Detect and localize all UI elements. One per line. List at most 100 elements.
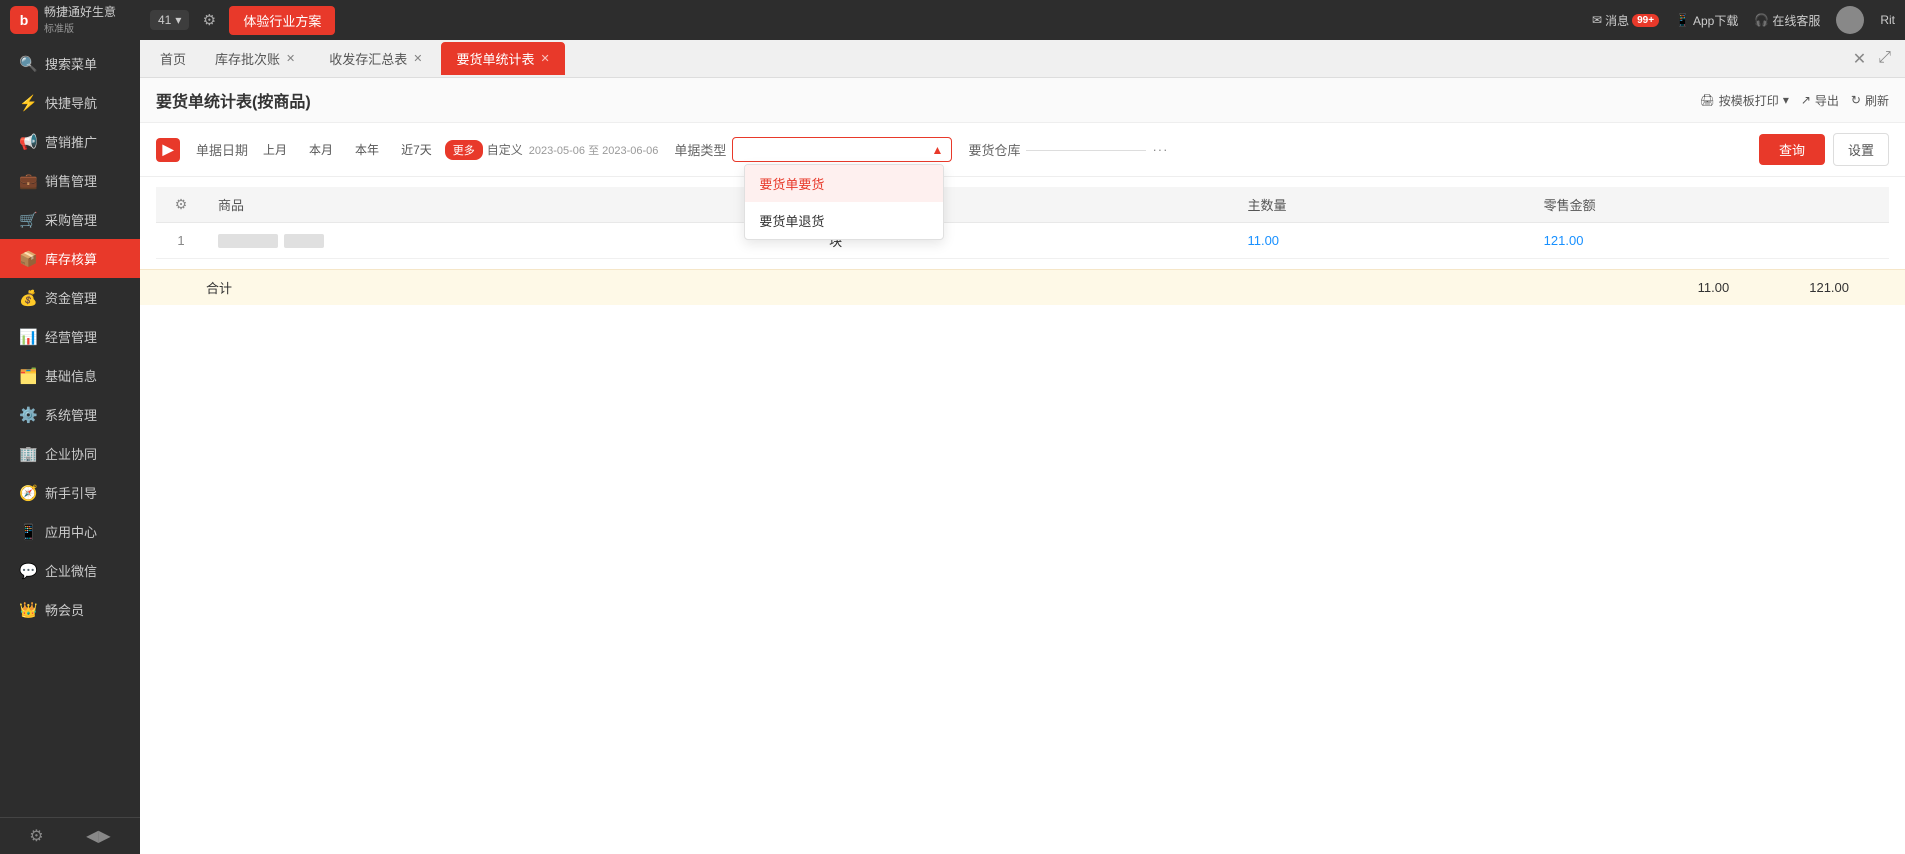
sidebar-item-system[interactable]: ⚙️ 系统管理 [0, 395, 140, 434]
tab-end-buttons: ✕ ⤢ [1849, 45, 1895, 73]
page-title-bar: 要货单统计表(按商品) 🖨 按模板打印 ▾ ↗ 导出 ↻ 刷新 [140, 78, 1905, 123]
cart-icon: 🛒 [19, 211, 37, 229]
sidebar-item-corp-wechat[interactable]: 💬 企业微信 [0, 551, 140, 590]
app-download-button[interactable]: 📱 App下载 [1675, 12, 1738, 29]
dropdown-option-return[interactable]: 要货单退货 [745, 202, 943, 239]
title-actions: 🖨 按模板打印 ▾ ↗ 导出 ↻ 刷新 [1700, 92, 1889, 109]
box-icon: 📦 [19, 250, 37, 268]
notification-button[interactable]: ✉ 消息 99+ [1592, 12, 1659, 29]
refresh-button[interactable]: ↻ 刷新 [1851, 92, 1889, 109]
warehouse-selector[interactable] [1026, 148, 1146, 151]
export-button[interactable]: ↗ 导出 [1801, 92, 1839, 109]
summary-text: 合计 [206, 278, 232, 297]
dropdown-arrow-up-icon: ▲ [932, 143, 944, 157]
store-selector[interactable]: 41 ▾ [150, 10, 189, 30]
date-range-display: 2023-05-06 至 2023-06-06 [529, 141, 659, 158]
sidebar-item-app-center[interactable]: 📱 应用中心 [0, 512, 140, 551]
chat-icon: 💬 [19, 562, 37, 580]
chevron-down-icon: ▾ [175, 13, 181, 27]
date-filter-group: 单据日期 上月 本月 本年 近7天 更多 自定义 2023-05-06 至 20… [196, 137, 658, 162]
tab-order-summary[interactable]: 要货单统计表 ✕ [441, 42, 564, 75]
filter-bar: ▶ 单据日期 上月 本月 本年 近7天 更多 自定义 2023-05-06 至 … [140, 123, 1905, 177]
sidebar-label-sales: 销售管理 [45, 171, 97, 190]
print-template-button[interactable]: 🖨 按模板打印 ▾ [1700, 92, 1789, 109]
megaphone-icon: 📢 [19, 133, 37, 151]
sidebar-label-corp-wechat: 企业微信 [45, 561, 97, 580]
row-no: 1 [156, 223, 206, 259]
header-middle: 41 ▾ ⚙ 体验行业方案 [150, 6, 1592, 35]
crown-icon: 👑 [19, 601, 37, 619]
product-code-placeholder [284, 234, 324, 248]
query-button[interactable]: 查询 [1759, 134, 1825, 165]
date-this-year-button[interactable]: 本年 [346, 137, 388, 162]
header-settings-icon[interactable]: ⚙ [197, 8, 221, 32]
more-options-icon[interactable]: ··· [1152, 142, 1168, 157]
sidebar-label-finance: 资金管理 [45, 288, 97, 307]
qty-link[interactable]: 11.00 [1247, 233, 1279, 248]
sidebar-item-marketing[interactable]: 📢 营销推广 [0, 122, 140, 161]
row-amount: 121.00 [1532, 223, 1889, 259]
type-dropdown-input[interactable] [741, 142, 931, 157]
sidebar-item-purchase[interactable]: 🛒 采购管理 [0, 200, 140, 239]
header-right: ✉ 消息 99+ 📱 App下载 🎧 在线客服 Rit [1592, 6, 1895, 34]
page-content: 要货单统计表(按商品) 🖨 按模板打印 ▾ ↗ 导出 ↻ 刷新 [140, 78, 1905, 854]
lightning-icon: ⚡ [19, 94, 37, 112]
date-this-month-button[interactable]: 本月 [300, 137, 342, 162]
col-settings-header: ⚙ [156, 187, 206, 223]
column-settings-icon[interactable]: ⚙ [175, 196, 188, 212]
top-header: b 畅捷通好生意 标准版 41 ▾ ⚙ 体验行业方案 ✉ 消息 99+ 📱 Ap… [0, 0, 1905, 40]
date-7days-button[interactable]: 近7天 [392, 137, 441, 162]
sidebar-item-search[interactable]: 🔍 搜索菜单 [0, 44, 140, 83]
content-area: 首页 库存批次账 ✕ 收发存汇总表 ✕ 要货单统计表 ✕ ✕ ⤢ 要货单统计表(… [140, 40, 1905, 854]
sidebar-item-member[interactable]: 👑 畅会员 [0, 590, 140, 629]
sidebar-label-purchase: 采购管理 [45, 210, 97, 229]
sidebar-label-operation: 经营管理 [45, 327, 97, 346]
type-dropdown-popup: 要货单要货 要货单退货 [744, 164, 944, 240]
sidebar: 🔍 搜索菜单 ⚡ 快捷导航 📢 营销推广 💼 销售管理 🛒 采购管理 📦 库存核… [0, 40, 140, 854]
sidebar-footer: ⚙ ◀▶ [0, 817, 140, 854]
sidebar-item-basic[interactable]: 🗂️ 基础信息 [0, 356, 140, 395]
folder-icon: 🗂️ [19, 367, 37, 385]
online-service-button[interactable]: 🎧 在线客服 [1754, 12, 1820, 29]
sidebar-item-quick-nav[interactable]: ⚡ 快捷导航 [0, 83, 140, 122]
sidebar-item-finance[interactable]: 💰 资金管理 [0, 278, 140, 317]
settings-button[interactable]: 设置 [1833, 133, 1889, 166]
amount-link[interactable]: 121.00 [1544, 233, 1584, 248]
sidebar-item-inventory[interactable]: 📦 库存核算 [0, 239, 140, 278]
store-name: 41 [158, 13, 171, 27]
filter-expand-button[interactable]: ▶ [156, 138, 180, 162]
tab-batch-account[interactable]: 库存批次账 ✕ [200, 42, 310, 75]
sidebar-label-member: 畅会员 [45, 600, 84, 619]
row-qty: 11.00 [1235, 223, 1531, 259]
tab-close-batch-account[interactable]: ✕ [286, 52, 295, 65]
sidebar-item-operation[interactable]: 📊 经营管理 [0, 317, 140, 356]
footer-toggle-button[interactable]: ◀▶ [86, 826, 111, 846]
tab-close-order-summary[interactable]: ✕ [541, 52, 550, 65]
date-more-button[interactable]: 更多 [445, 140, 483, 160]
tab-receive-summary[interactable]: 收发存汇总表 ✕ [314, 42, 437, 75]
refresh-icon: ↻ [1851, 93, 1861, 107]
tab-close-receive-summary[interactable]: ✕ [413, 52, 422, 65]
notification-badge: 99+ [1632, 14, 1659, 27]
logo-area: b 畅捷通好生意 标准版 [10, 5, 150, 36]
sidebar-label-marketing: 营销推广 [45, 132, 97, 151]
date-custom-button[interactable]: 自定义 [487, 141, 523, 158]
sidebar-item-sales[interactable]: 💼 销售管理 [0, 161, 140, 200]
tab-expand-button[interactable]: ⤢ [1874, 45, 1895, 73]
dropdown-option-purchase[interactable]: 要货单要货 [745, 165, 943, 202]
footer-settings-button[interactable]: ⚙ [29, 826, 43, 846]
industry-button[interactable]: 体验行业方案 [229, 6, 335, 35]
type-filter-label: 单据类型 [674, 140, 726, 159]
date-last-month-button[interactable]: 上月 [254, 137, 296, 162]
money-icon: 💰 [19, 289, 37, 307]
avatar[interactable] [1836, 6, 1864, 34]
sidebar-label-guide: 新手引导 [45, 483, 97, 502]
chevron-down-icon: ▾ [1783, 93, 1789, 107]
sidebar-label-app-center: 应用中心 [45, 522, 97, 541]
tab-close-all-button[interactable]: ✕ [1849, 45, 1870, 73]
sidebar-item-guide[interactable]: 🧭 新手引导 [0, 473, 140, 512]
tab-home[interactable]: 首页 [150, 43, 196, 74]
bell-icon: ✉ [1592, 13, 1602, 27]
sidebar-item-enterprise[interactable]: 🏢 企业协同 [0, 434, 140, 473]
type-dropdown[interactable]: ▲ [732, 137, 952, 162]
